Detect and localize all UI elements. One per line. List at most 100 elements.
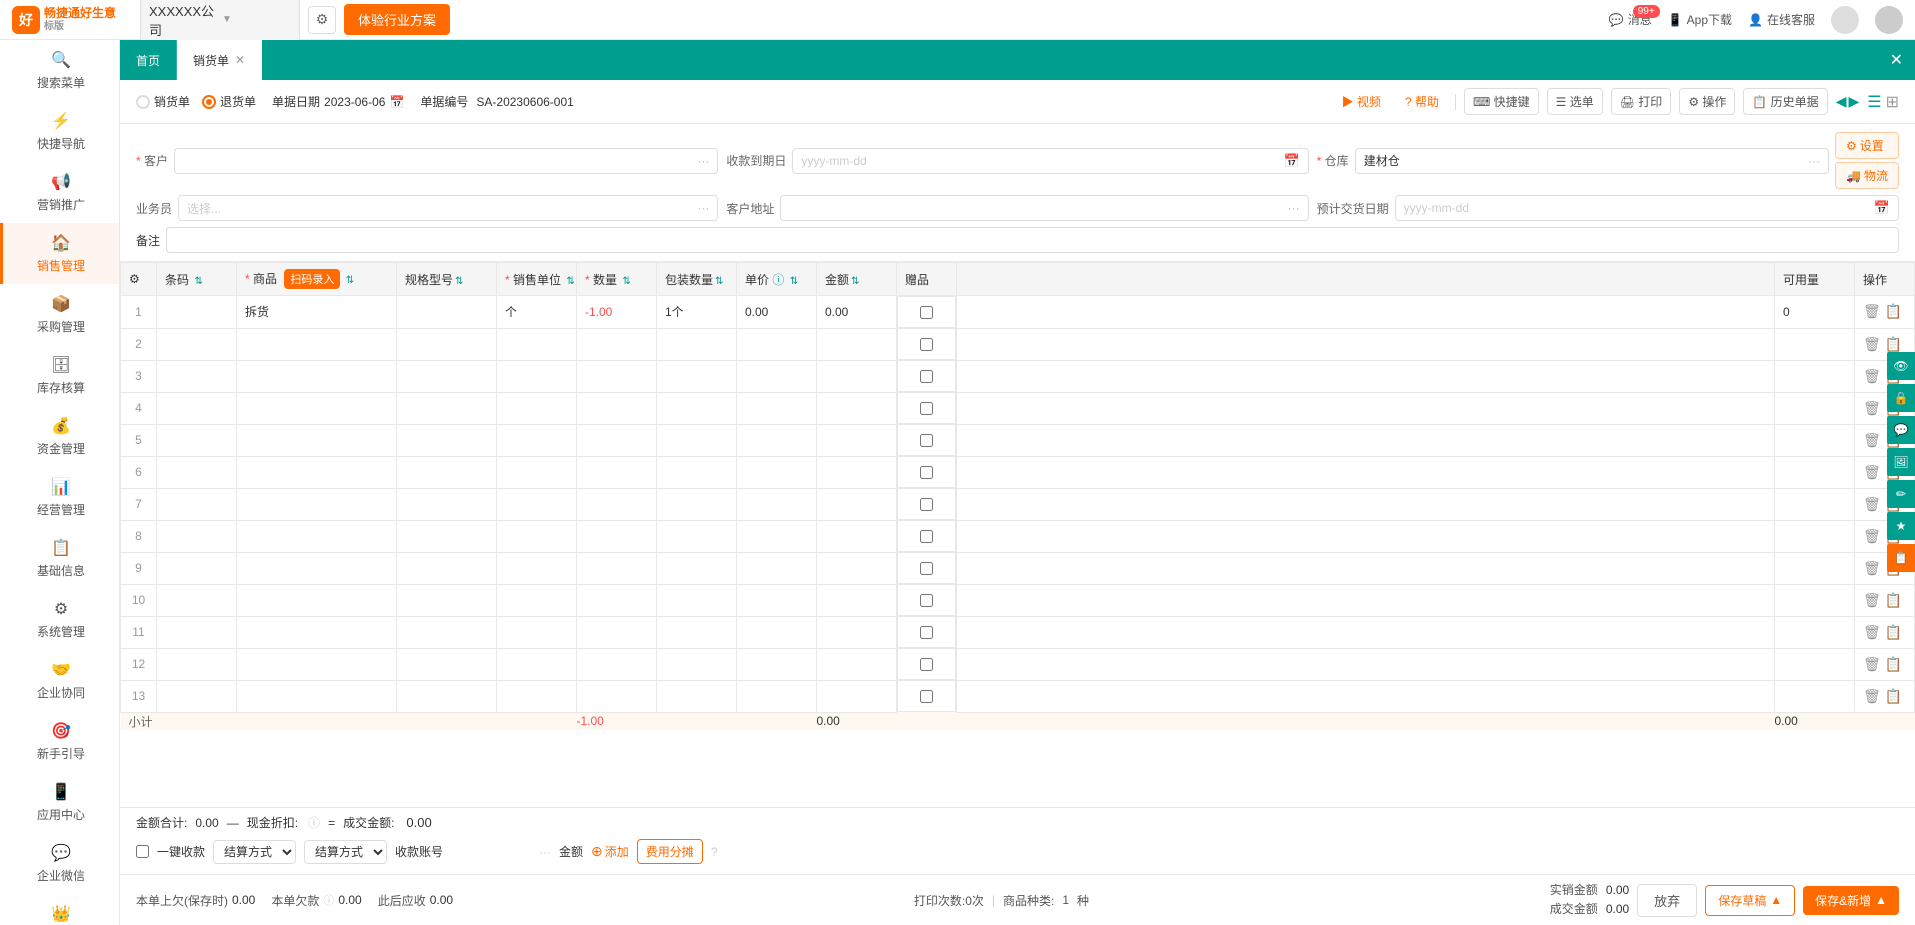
row-gift[interactable] xyxy=(897,488,956,520)
row-gift[interactable] xyxy=(897,456,956,488)
qty-sort-icon[interactable]: ⇅ xyxy=(622,276,630,287)
delete-row-icon[interactable]: 🗑 xyxy=(1863,464,1881,481)
row-remark[interactable] xyxy=(957,360,1775,392)
row-spec[interactable] xyxy=(397,360,497,392)
copy-row-icon[interactable]: 📋 xyxy=(1885,303,1902,320)
barcode-input[interactable] xyxy=(165,529,228,543)
scan-button[interactable]: 扫码录入 xyxy=(284,269,340,289)
delete-row-icon[interactable]: 🗑 xyxy=(1863,528,1881,545)
one-click-checkbox[interactable] xyxy=(136,845,149,858)
sidebar-item-quick-nav[interactable]: ⚡ 快捷导航 xyxy=(0,101,119,162)
sidebar-item-sys-mgmt[interactable]: ⚙ 系统管理 xyxy=(0,589,119,650)
row-qty[interactable] xyxy=(577,680,657,712)
tab-home[interactable]: 首页 xyxy=(120,40,177,80)
spec-sort-icon[interactable]: ⇅ xyxy=(455,276,463,287)
row-barcode[interactable] xyxy=(157,456,237,488)
row-product[interactable] xyxy=(237,328,397,360)
barcode-input[interactable] xyxy=(165,401,228,415)
price-sort-icon[interactable]: ⇅ xyxy=(790,276,798,287)
row-product[interactable] xyxy=(237,520,397,552)
row-qty[interactable] xyxy=(577,424,657,456)
list-view-icon[interactable]: ☰ xyxy=(1867,92,1881,112)
row-product[interactable] xyxy=(237,616,397,648)
gift-checkbox[interactable] xyxy=(920,530,933,543)
row-barcode[interactable] xyxy=(157,616,237,648)
row-barcode[interactable] xyxy=(157,296,237,329)
sidebar-item-vip[interactable]: 👑 畅会员 xyxy=(0,894,119,925)
row-spec[interactable] xyxy=(397,648,497,680)
due-date-calendar-icon[interactable]: 📅 xyxy=(1283,153,1299,169)
row-barcode[interactable] xyxy=(157,520,237,552)
row-qty[interactable] xyxy=(577,392,657,424)
gift-checkbox[interactable] xyxy=(920,306,933,319)
customer-input[interactable]: ··· xyxy=(174,148,718,174)
delete-row-icon[interactable]: 🗑 xyxy=(1863,303,1881,320)
save-new-button[interactable]: 保存&新增 ▲ xyxy=(1803,886,1899,915)
row-barcode[interactable] xyxy=(157,584,237,616)
settings-button[interactable]: ⚙ 设置 xyxy=(1835,132,1899,159)
sidebar-item-corp-wechat[interactable]: 💬 企业微信 xyxy=(0,833,119,894)
save-draft-button[interactable]: 保存草稿 ▲ xyxy=(1705,885,1795,916)
row-product[interactable] xyxy=(237,392,397,424)
barcode-input[interactable] xyxy=(165,657,228,671)
delete-row-icon[interactable]: 🗑 xyxy=(1863,400,1881,417)
barcode-sort-icon[interactable]: ⇅ xyxy=(194,276,202,287)
salesperson-input[interactable]: 选择... ··· xyxy=(178,195,718,221)
row-spec[interactable] xyxy=(397,680,497,712)
float-star-btn[interactable]: ★ xyxy=(1887,512,1915,540)
radio-sales[interactable]: 销货单 xyxy=(136,93,190,110)
row-remark[interactable] xyxy=(957,296,1775,329)
barcode-input[interactable] xyxy=(165,337,228,351)
row-barcode[interactable] xyxy=(157,424,237,456)
tab-close-icon[interactable]: ✕ xyxy=(235,53,245,67)
row-remark[interactable] xyxy=(957,552,1775,584)
sidebar-item-purchase[interactable]: 📦 采购管理 xyxy=(0,284,119,345)
row-price[interactable]: 0.00 xyxy=(737,296,817,329)
online-service-button[interactable]: 👤 在线客服 xyxy=(1748,11,1815,28)
logistics-button[interactable]: 🚚 物流 xyxy=(1835,162,1899,189)
price-info-icon[interactable]: ⓘ xyxy=(772,273,784,287)
barcode-input[interactable] xyxy=(165,305,228,319)
row-remark[interactable] xyxy=(957,680,1775,712)
row-price[interactable] xyxy=(737,552,817,584)
row-gift[interactable] xyxy=(897,552,956,584)
copy-row-icon[interactable]: 📋 xyxy=(1885,336,1902,353)
row-spec[interactable] xyxy=(397,584,497,616)
row-price[interactable] xyxy=(737,488,817,520)
row-price[interactable] xyxy=(737,584,817,616)
row-barcode[interactable] xyxy=(157,392,237,424)
row-spec[interactable] xyxy=(397,520,497,552)
row-price[interactable] xyxy=(737,456,817,488)
delete-row-icon[interactable]: 🗑 xyxy=(1863,368,1881,385)
discount-info-icon[interactable]: ⓘ xyxy=(308,814,320,831)
row-product[interactable] xyxy=(237,552,397,584)
row-spec[interactable] xyxy=(397,552,497,584)
row-qty[interactable] xyxy=(577,616,657,648)
add-payment-button[interactable]: ⊕ 添加 xyxy=(591,843,629,860)
gift-checkbox[interactable] xyxy=(920,434,933,447)
shortcut-btn[interactable]: ⌨ 快捷键 xyxy=(1464,88,1539,115)
app-download-button[interactable]: 📱 App下载 xyxy=(1668,11,1732,28)
delete-row-icon[interactable]: 🗑 xyxy=(1863,688,1881,705)
float-lock-btn[interactable]: 🔒 xyxy=(1887,384,1915,412)
sidebar-item-app-center[interactable]: 📱 应用中心 xyxy=(0,772,119,833)
avatar[interactable] xyxy=(1831,6,1859,34)
barcode-input[interactable] xyxy=(165,625,228,639)
barcode-input[interactable] xyxy=(165,497,228,511)
discard-button[interactable]: 放弃 xyxy=(1637,884,1697,917)
float-edit-btn[interactable]: ✏ xyxy=(1887,480,1915,508)
row-spec[interactable] xyxy=(397,392,497,424)
experience-button[interactable]: 体验行业方案 xyxy=(344,4,450,35)
sidebar-item-guide[interactable]: 🎯 新手引导 xyxy=(0,711,119,772)
expected-date-calendar-icon[interactable]: 📅 xyxy=(1874,200,1890,216)
gift-checkbox[interactable] xyxy=(920,466,933,479)
payment-method-select[interactable]: 结算方式 xyxy=(213,840,296,864)
barcode-input[interactable] xyxy=(165,433,228,447)
row-remark[interactable] xyxy=(957,584,1775,616)
float-preview-btn[interactable]: 👁 xyxy=(1887,352,1915,380)
warehouse-input[interactable]: 建材仓 ··· xyxy=(1355,148,1829,174)
close-window-icon[interactable]: ✕ xyxy=(1890,50,1903,70)
row-remark[interactable] xyxy=(957,424,1775,456)
delete-row-icon[interactable]: 🗑 xyxy=(1863,656,1881,673)
row-price[interactable] xyxy=(737,680,817,712)
